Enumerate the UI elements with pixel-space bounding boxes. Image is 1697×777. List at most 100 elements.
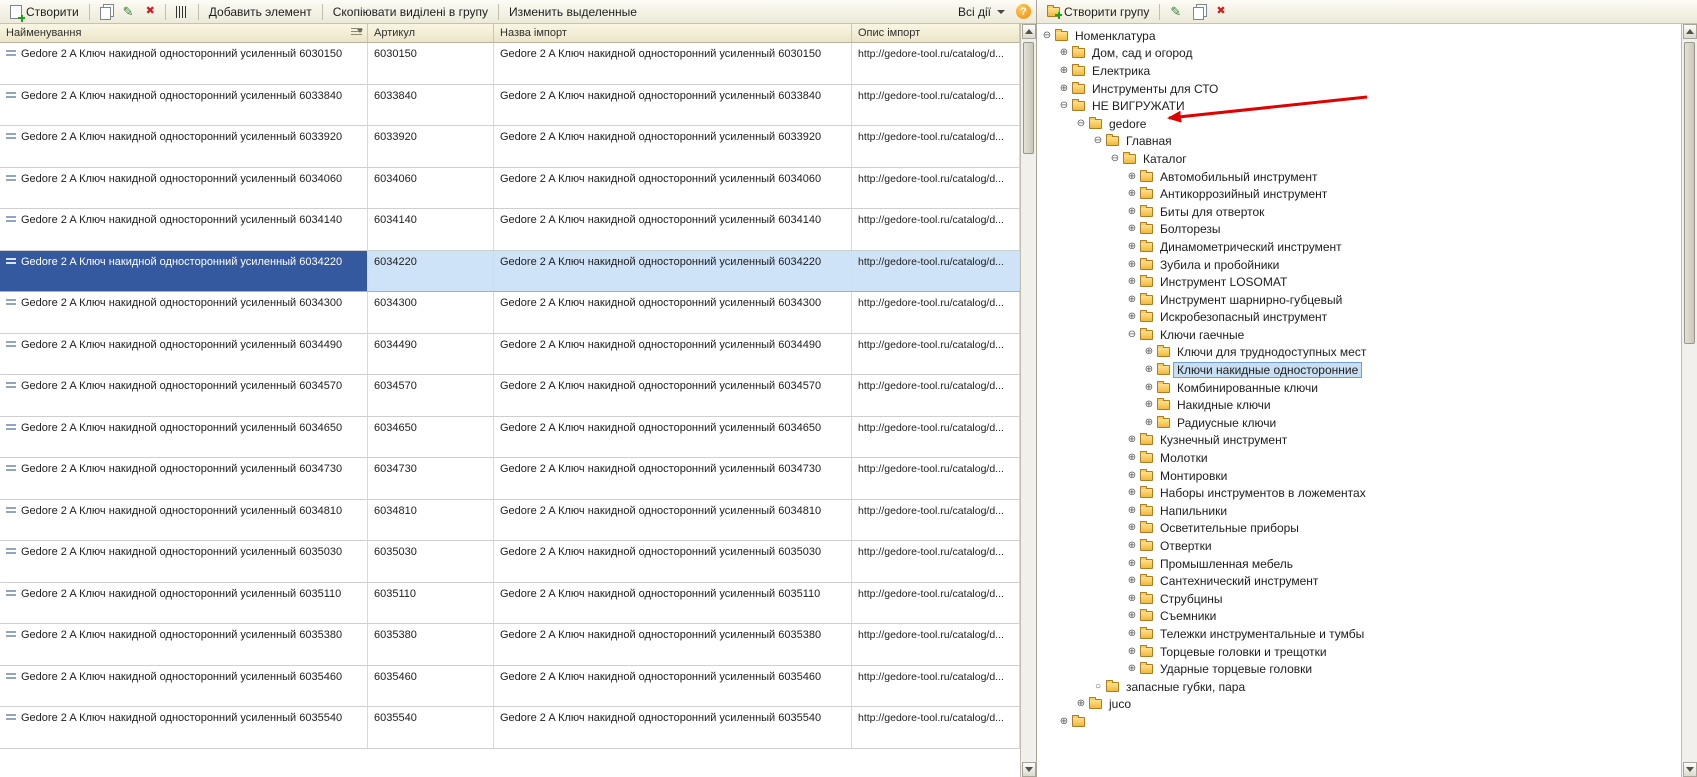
tree-expander-icon[interactable]: ⊕ xyxy=(1126,628,1138,640)
tree-expander-icon[interactable]: ⊕ xyxy=(1126,259,1138,271)
cell-import-name[interactable]: Gedore 2 A Ключ накидной односторонний у… xyxy=(494,292,852,333)
tree-node[interactable]: ⊖ Главная xyxy=(1037,133,1680,151)
tree-node[interactable]: ⊖ Каталог xyxy=(1037,150,1680,168)
tree-node-label[interactable]: Молотки xyxy=(1157,451,1211,465)
cell-article[interactable]: 6034140 xyxy=(368,209,494,250)
cell-import-name[interactable]: Gedore 2 A Ключ накидной односторонний у… xyxy=(494,375,852,416)
tree-expander-icon[interactable]: ⊕ xyxy=(1126,470,1138,482)
tree-node[interactable]: ⊕ Зубила и пробойники xyxy=(1037,256,1680,274)
tree-expander-icon[interactable]: ⊕ xyxy=(1058,47,1070,59)
tree-node-label[interactable]: Торцевые головки и трещотки xyxy=(1157,645,1330,659)
cell-import-desc[interactable]: http://gedore-tool.ru/catalog/d... xyxy=(852,250,1020,291)
tree-node[interactable]: ⊕ Инструменты для СТО xyxy=(1037,80,1680,98)
tree-expander-icon[interactable]: ⊕ xyxy=(1143,364,1155,376)
copy-selected-to-group-button[interactable]: Скопіювати виділені в групу xyxy=(328,3,493,21)
cell-name[interactable]: Gedore 2 A Ключ накидной односторонний у… xyxy=(0,250,368,291)
tree-node[interactable]: ⊕ Отвертки xyxy=(1037,537,1680,555)
cell-import-name[interactable]: Gedore 2 A Ключ накидной односторонний у… xyxy=(494,582,852,623)
create-button[interactable]: Створити xyxy=(5,3,84,22)
cell-name[interactable]: Gedore 2 A Ключ накидной односторонний у… xyxy=(0,43,368,84)
delete-group-button[interactable]: ✖ xyxy=(1211,4,1230,19)
column-header-import-desc[interactable]: Опис імпорт xyxy=(852,24,1020,42)
copy-group-button[interactable] xyxy=(1188,3,1209,20)
cell-import-desc[interactable]: http://gedore-tool.ru/catalog/d... xyxy=(852,292,1020,333)
tree-scrollbar[interactable] xyxy=(1681,24,1697,777)
tree-node[interactable]: ⊕ Напильники xyxy=(1037,502,1680,520)
cell-article[interactable]: 6034570 xyxy=(368,375,494,416)
column-header-name[interactable]: Найменування xyxy=(0,24,368,42)
cell-import-name[interactable]: Gedore 2 A Ключ накидной односторонний у… xyxy=(494,43,852,84)
column-header-article[interactable]: Артикул xyxy=(368,24,494,42)
tree-node-label[interactable]: Главная xyxy=(1123,134,1175,148)
tree-node-label[interactable]: Наборы инструментов в ложементах xyxy=(1157,486,1369,500)
tree-expander-icon[interactable]: ⊕ xyxy=(1126,294,1138,306)
tree-node-label[interactable]: Осветительные приборы xyxy=(1157,521,1302,535)
tree-node-label[interactable]: Номенклатура xyxy=(1072,29,1159,43)
tree-expander-icon[interactable]: ⊕ xyxy=(1143,399,1155,411)
tree-node[interactable]: ⊕ Радиусные ключи xyxy=(1037,414,1680,432)
cell-import-desc[interactable]: http://gedore-tool.ru/catalog/d... xyxy=(852,582,1020,623)
tree-node-label[interactable]: Инструмент шарнирно-губцевый xyxy=(1157,293,1345,307)
cell-article[interactable]: 6033920 xyxy=(368,126,494,167)
tree-node-label[interactable]: Тележки инструментальные и тумбы xyxy=(1157,627,1367,641)
tree-expander-icon[interactable]: ⊕ xyxy=(1126,522,1138,534)
tree-node-label[interactable]: Инструменты для СТО xyxy=(1089,82,1221,96)
tree-expander-icon[interactable]: ⊕ xyxy=(1126,593,1138,605)
cell-article[interactable]: 6034490 xyxy=(368,333,494,374)
tree-node-label[interactable]: Искробезопасный инструмент xyxy=(1157,310,1330,324)
table-row[interactable]: Gedore 2 A Ключ накидной односторонний у… xyxy=(0,416,1020,458)
cell-name[interactable]: Gedore 2 A Ключ накидной односторонний у… xyxy=(0,209,368,250)
tree-expander-icon[interactable]: ⊕ xyxy=(1058,83,1070,95)
tree-node-label[interactable]: Ключи накидные односторонние xyxy=(1172,362,1363,379)
tree-node[interactable]: ⊕ juco xyxy=(1037,696,1680,714)
cell-import-name[interactable]: Gedore 2 A Ключ накидной односторонний у… xyxy=(494,126,852,167)
cell-import-desc[interactable]: http://gedore-tool.ru/catalog/d... xyxy=(852,126,1020,167)
copy-item-button[interactable] xyxy=(95,3,116,20)
cell-article[interactable]: 6034300 xyxy=(368,292,494,333)
cell-import-desc[interactable]: http://gedore-tool.ru/catalog/d... xyxy=(852,84,1020,125)
tree-expander-icon[interactable]: ⊕ xyxy=(1126,487,1138,499)
add-element-button[interactable]: Добавить элемент xyxy=(204,3,317,21)
cell-import-desc[interactable]: http://gedore-tool.ru/catalog/d... xyxy=(852,541,1020,582)
tree-node-label[interactable]: запасные губки, пара xyxy=(1123,680,1248,694)
tree-node[interactable]: ⊖ Номенклатура xyxy=(1037,27,1680,45)
tree-node[interactable]: ⊕ Динамометрический инструмент xyxy=(1037,238,1680,256)
tree-node[interactable]: ⊖ Ключи гаечные xyxy=(1037,326,1680,344)
tree-node-label[interactable]: Динамометрический инструмент xyxy=(1157,240,1345,254)
cell-article[interactable]: 6034220 xyxy=(368,250,494,291)
tree-node[interactable]: ⊕ Молотки xyxy=(1037,449,1680,467)
cell-article[interactable]: 6035460 xyxy=(368,665,494,706)
tree-node-label[interactable]: Инструмент LOSOMAT xyxy=(1157,275,1290,289)
tree-node-label[interactable]: Автомобильный инструмент xyxy=(1157,170,1320,184)
table-row[interactable]: Gedore 2 A Ключ накидной односторонний у… xyxy=(0,333,1020,375)
edit-group-button[interactable]: ✎ xyxy=(1165,4,1186,20)
tree-node-label[interactable]: juco xyxy=(1106,697,1134,711)
scrollbar-thumb[interactable] xyxy=(1684,42,1695,344)
tree-node[interactable]: ⊕ Искробезопасный инструмент xyxy=(1037,309,1680,327)
cell-name[interactable]: Gedore 2 A Ключ накидной односторонний у… xyxy=(0,375,368,416)
tree-expander-icon[interactable]: ⊕ xyxy=(1126,575,1138,587)
tree-node[interactable]: ⊕ Сантехнический инструмент xyxy=(1037,572,1680,590)
tree-expander-icon[interactable]: ⊖ xyxy=(1126,329,1138,341)
tree-node-label[interactable]: Биты для отверток xyxy=(1157,205,1267,219)
tree-node-label[interactable]: Дом, сад и огород xyxy=(1089,46,1195,60)
cell-import-desc[interactable]: http://gedore-tool.ru/catalog/d... xyxy=(852,624,1020,665)
edit-selected-button[interactable]: Изменить выделенные xyxy=(504,3,642,21)
cell-import-desc[interactable]: http://gedore-tool.ru/catalog/d... xyxy=(852,43,1020,84)
tree-expander-icon[interactable]: ⊕ xyxy=(1126,558,1138,570)
tree-node[interactable]: ⊕ Ключи для труднодоступных мест xyxy=(1037,344,1680,362)
tree-node-label[interactable]: Зубила и пробойники xyxy=(1157,258,1282,272)
tree-node[interactable]: ⊕ Осветительные приборы xyxy=(1037,520,1680,538)
tree-node-label[interactable]: Ударные торцевые головки xyxy=(1157,662,1315,676)
tree-expander-icon[interactable]: ⊕ xyxy=(1126,241,1138,253)
cell-import-desc[interactable]: http://gedore-tool.ru/catalog/d... xyxy=(852,209,1020,250)
cell-name[interactable]: Gedore 2 A Ключ накидной односторонний у… xyxy=(0,665,368,706)
cell-article[interactable]: 6035540 xyxy=(368,707,494,748)
cell-import-desc[interactable]: http://gedore-tool.ru/catalog/d... xyxy=(852,167,1020,208)
tree-node-label[interactable]: Съемники xyxy=(1157,609,1219,623)
cell-import-desc[interactable]: http://gedore-tool.ru/catalog/d... xyxy=(852,333,1020,374)
tree-node[interactable]: ⊕ Комбинированные ключи xyxy=(1037,379,1680,397)
tree-expander-icon[interactable]: ⊕ xyxy=(1058,65,1070,77)
cell-name[interactable]: Gedore 2 A Ключ накидной односторонний у… xyxy=(0,458,368,499)
tree-expander-icon[interactable]: ⊕ xyxy=(1075,698,1087,710)
